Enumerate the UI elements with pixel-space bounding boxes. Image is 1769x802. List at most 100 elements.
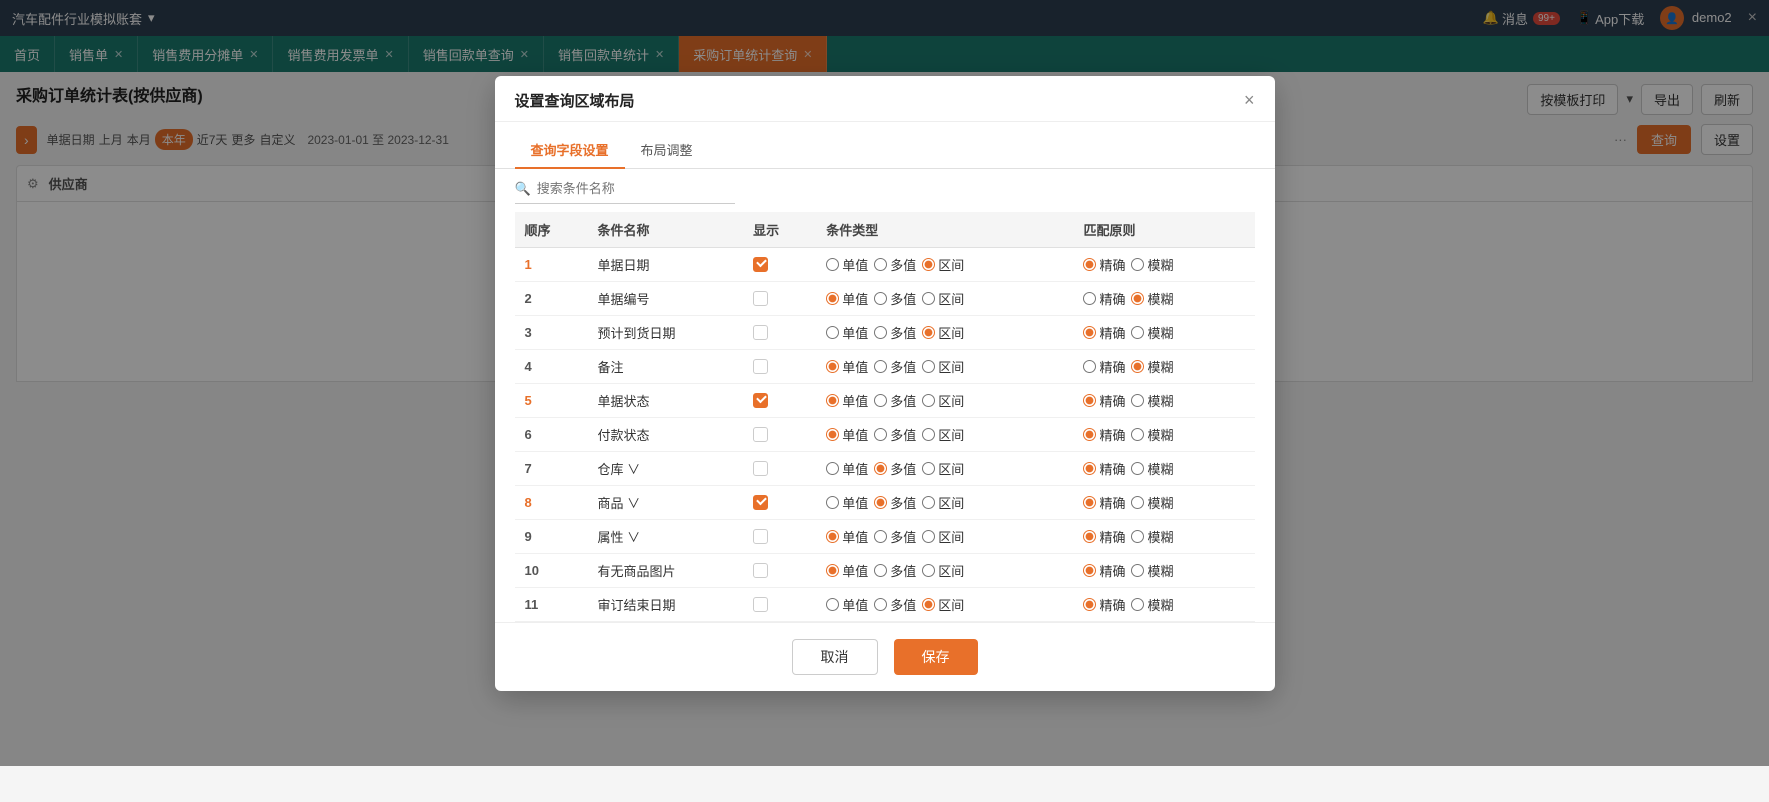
type-multi-radio[interactable]	[874, 326, 887, 339]
type-single-label[interactable]: 单值	[826, 425, 868, 444]
type-single-label[interactable]: 单值	[826, 493, 868, 512]
match-exact-label[interactable]: 精确	[1083, 459, 1125, 478]
match-fuzzy-radio[interactable]	[1131, 496, 1144, 509]
row-display[interactable]	[743, 553, 816, 587]
match-fuzzy-label[interactable]: 模糊	[1131, 561, 1173, 580]
display-checkbox[interactable]	[753, 495, 768, 510]
row-display[interactable]	[743, 451, 816, 485]
match-fuzzy-label[interactable]: 模糊	[1131, 357, 1173, 376]
type-range-radio[interactable]	[922, 360, 935, 373]
row-display[interactable]	[743, 247, 816, 281]
match-exact-label[interactable]: 精确	[1083, 357, 1125, 376]
type-multi-radio[interactable]	[874, 496, 887, 509]
display-checkbox[interactable]	[753, 393, 768, 408]
type-range-label[interactable]: 区间	[922, 323, 964, 342]
type-range-label[interactable]: 区间	[922, 561, 964, 580]
type-range-radio[interactable]	[922, 462, 935, 475]
match-fuzzy-radio[interactable]	[1131, 394, 1144, 407]
type-single-label[interactable]: 单值	[826, 323, 868, 342]
match-exact-radio[interactable]	[1083, 360, 1096, 373]
row-display[interactable]	[743, 519, 816, 553]
match-fuzzy-radio[interactable]	[1131, 292, 1144, 305]
cancel-btn[interactable]: 取消	[792, 639, 878, 675]
match-exact-label[interactable]: 精确	[1083, 289, 1125, 308]
type-single-label[interactable]: 单值	[826, 561, 868, 580]
match-fuzzy-radio[interactable]	[1131, 428, 1144, 441]
match-fuzzy-label[interactable]: 模糊	[1131, 493, 1173, 512]
type-range-radio[interactable]	[922, 530, 935, 543]
type-single-label[interactable]: 单值	[826, 459, 868, 478]
display-checkbox[interactable]	[753, 529, 768, 544]
type-multi-label[interactable]: 多值	[874, 323, 916, 342]
type-multi-label[interactable]: 多值	[874, 391, 916, 410]
match-exact-radio[interactable]	[1083, 530, 1096, 543]
display-checkbox[interactable]	[753, 563, 768, 578]
type-single-radio[interactable]	[826, 496, 839, 509]
type-multi-label[interactable]: 多值	[874, 459, 916, 478]
match-exact-radio[interactable]	[1083, 496, 1096, 509]
type-multi-label[interactable]: 多值	[874, 561, 916, 580]
type-single-radio[interactable]	[826, 394, 839, 407]
match-exact-label[interactable]: 精确	[1083, 425, 1125, 444]
row-display[interactable]	[743, 281, 816, 315]
type-multi-radio[interactable]	[874, 462, 887, 475]
match-exact-radio[interactable]	[1083, 462, 1096, 475]
type-multi-label[interactable]: 多值	[874, 493, 916, 512]
display-checkbox[interactable]	[753, 325, 768, 340]
row-display[interactable]	[743, 315, 816, 349]
type-range-label[interactable]: 区间	[922, 459, 964, 478]
type-multi-radio[interactable]	[874, 360, 887, 373]
type-range-radio[interactable]	[922, 564, 935, 577]
type-single-radio[interactable]	[826, 360, 839, 373]
type-single-label[interactable]: 单值	[826, 527, 868, 546]
type-range-radio[interactable]	[922, 496, 935, 509]
type-multi-radio[interactable]	[874, 530, 887, 543]
tab-layout[interactable]: 布局调整	[625, 132, 709, 169]
match-fuzzy-radio[interactable]	[1131, 326, 1144, 339]
type-multi-label[interactable]: 多值	[874, 425, 916, 444]
type-multi-label[interactable]: 多值	[874, 357, 916, 376]
match-fuzzy-radio[interactable]	[1131, 530, 1144, 543]
type-single-label[interactable]: 单值	[826, 255, 868, 274]
match-exact-label[interactable]: 精确	[1083, 493, 1125, 512]
match-fuzzy-radio[interactable]	[1131, 598, 1144, 611]
type-range-label[interactable]: 区间	[922, 255, 964, 274]
display-checkbox[interactable]	[753, 461, 768, 476]
type-multi-radio[interactable]	[874, 564, 887, 577]
save-btn[interactable]: 保存	[894, 639, 978, 675]
row-display[interactable]	[743, 383, 816, 417]
type-single-radio[interactable]	[826, 564, 839, 577]
match-fuzzy-label[interactable]: 模糊	[1131, 595, 1173, 614]
display-checkbox[interactable]	[753, 427, 768, 442]
type-single-radio[interactable]	[826, 462, 839, 475]
type-single-radio[interactable]	[826, 292, 839, 305]
match-fuzzy-label[interactable]: 模糊	[1131, 289, 1173, 308]
type-multi-radio[interactable]	[874, 258, 887, 271]
match-fuzzy-radio[interactable]	[1131, 462, 1144, 475]
type-range-radio[interactable]	[922, 428, 935, 441]
type-multi-label[interactable]: 多值	[874, 289, 916, 308]
match-fuzzy-label[interactable]: 模糊	[1131, 255, 1173, 274]
type-multi-label[interactable]: 多值	[874, 595, 916, 614]
type-range-radio[interactable]	[922, 598, 935, 611]
match-fuzzy-label[interactable]: 模糊	[1131, 527, 1173, 546]
type-single-radio[interactable]	[826, 598, 839, 611]
search-input[interactable]	[537, 181, 717, 196]
type-single-radio[interactable]	[826, 530, 839, 543]
tab-query-fields[interactable]: 查询字段设置	[515, 132, 625, 169]
match-fuzzy-radio[interactable]	[1131, 564, 1144, 577]
match-exact-radio[interactable]	[1083, 564, 1096, 577]
row-display[interactable]	[743, 417, 816, 451]
match-exact-radio[interactable]	[1083, 598, 1096, 611]
type-single-radio[interactable]	[826, 326, 839, 339]
match-fuzzy-label[interactable]: 模糊	[1131, 425, 1173, 444]
display-checkbox[interactable]	[753, 597, 768, 612]
row-display[interactable]	[743, 349, 816, 383]
match-exact-label[interactable]: 精确	[1083, 595, 1125, 614]
match-exact-label[interactable]: 精确	[1083, 391, 1125, 410]
type-range-label[interactable]: 区间	[922, 289, 964, 308]
match-exact-radio[interactable]	[1083, 394, 1096, 407]
type-range-label[interactable]: 区间	[922, 391, 964, 410]
type-range-radio[interactable]	[922, 394, 935, 407]
type-range-radio[interactable]	[922, 258, 935, 271]
